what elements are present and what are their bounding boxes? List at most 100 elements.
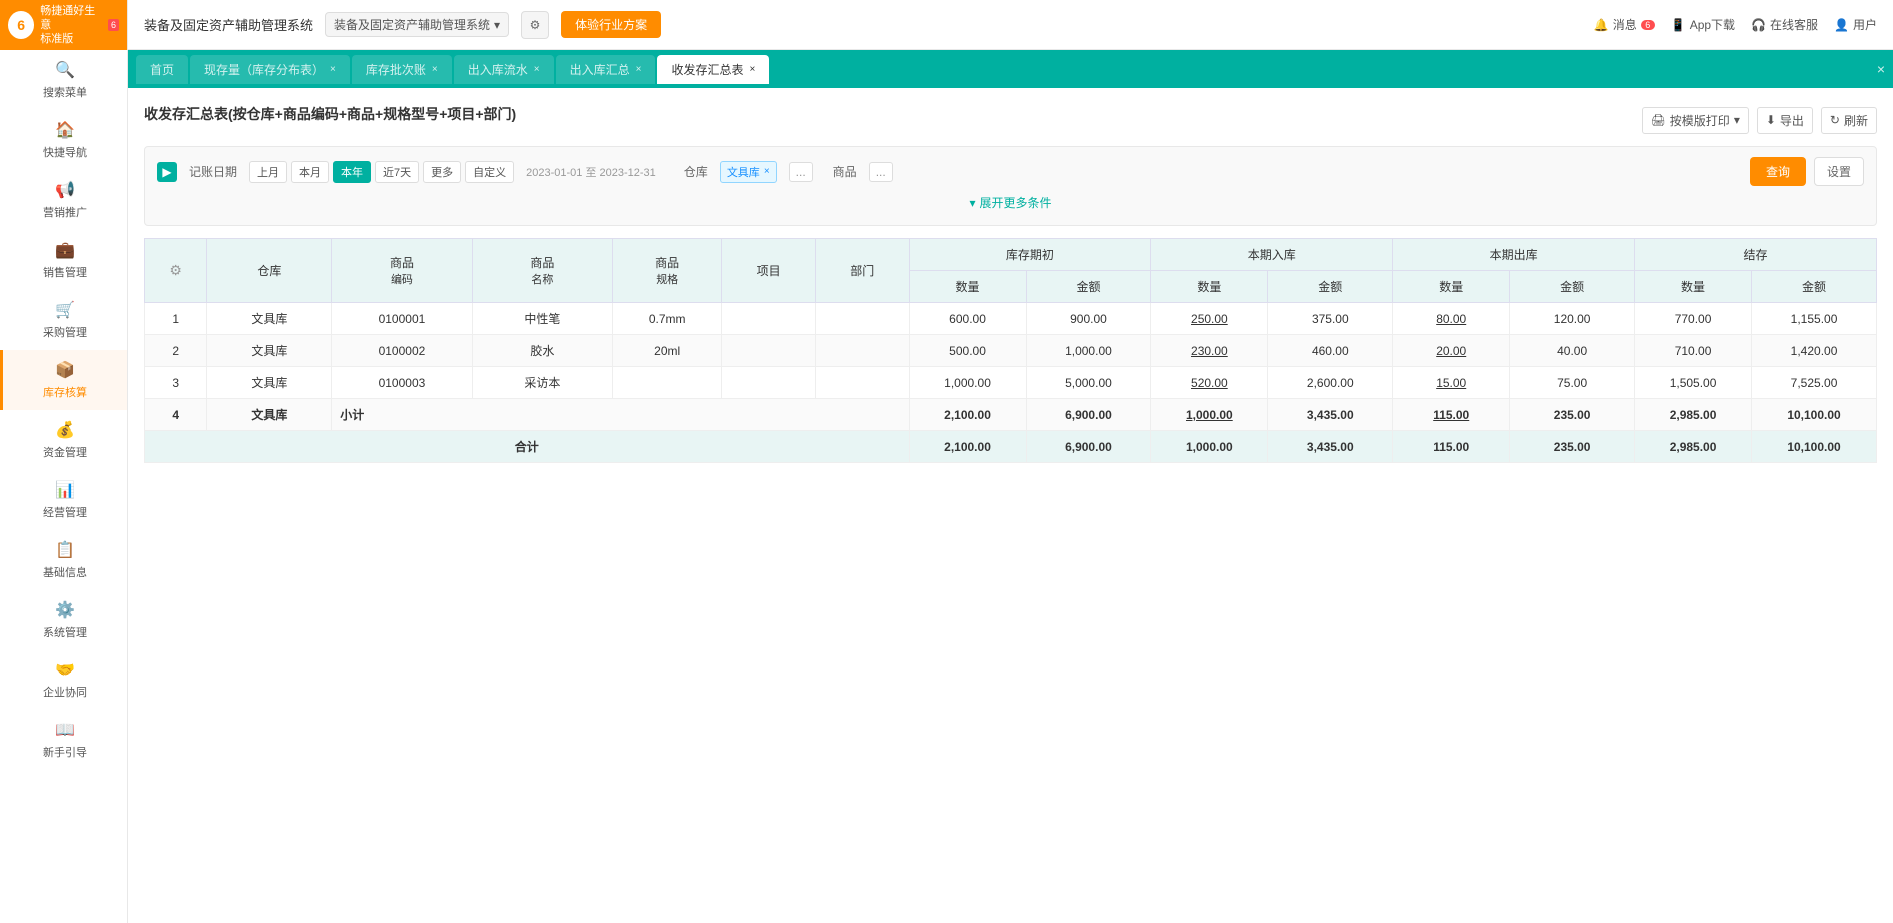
date-btn-custom[interactable]: 自定义 — [465, 161, 514, 183]
tab-label-recv-send: 收发存汇总表 — [671, 61, 743, 78]
sidebar-item-base[interactable]: 📋基础信息 — [0, 530, 127, 590]
topbar-right: 🔔 消息 6 📱 App下载 🎧 在线客服 👤 用户 — [1594, 16, 1877, 33]
row-project-1 — [722, 335, 816, 367]
sidebar-item-finance[interactable]: 💰资金管理 — [0, 410, 127, 470]
newbie-icon: 📖 — [55, 720, 75, 740]
row-dept-0 — [815, 303, 909, 335]
system-selector[interactable]: 装备及固定资产辅助管理系统 ▾ — [325, 12, 509, 37]
purchase-icon: 🛒 — [55, 300, 75, 320]
row-out-qty-1[interactable]: 20.00 — [1393, 335, 1510, 367]
date-btn-7days[interactable]: 近7天 — [375, 161, 419, 183]
system-icon: ⚙️ — [55, 600, 75, 620]
tab-label-home: 首页 — [150, 61, 174, 78]
subtotal-out-qty[interactable]: 115.00 — [1393, 399, 1510, 431]
user-label: 用户 — [1853, 16, 1877, 33]
online-support-label: 在线客服 — [1770, 16, 1818, 33]
app-download-btn[interactable]: 📱 App下载 — [1671, 16, 1735, 33]
total-balance-amt: 10,100.00 — [1752, 431, 1877, 463]
row-out-qty-0[interactable]: 80.00 — [1393, 303, 1510, 335]
sidebar-item-label-sales: 销售管理 — [43, 264, 87, 280]
sidebar-item-search[interactable]: 🔍搜索菜单 — [0, 50, 127, 110]
sidebar-item-marketing[interactable]: 📢营销推广 — [0, 170, 127, 230]
filter-expand-icon[interactable]: ▶ — [157, 162, 177, 182]
tab-inout-summary[interactable]: 出入库汇总× — [556, 55, 656, 84]
tab-batch[interactable]: 库存批次账× — [352, 55, 452, 84]
sidebar-item-business[interactable]: 📊经营管理 — [0, 470, 127, 530]
tab-label-stock-dist: 现存量（库存分布表） — [204, 61, 324, 78]
tab-home[interactable]: 首页 — [136, 55, 188, 84]
col-opening-header: 库存期初 — [909, 239, 1151, 271]
tab-close-batch[interactable]: × — [432, 64, 438, 75]
row-out-amt-1: 40.00 — [1510, 335, 1635, 367]
row-in-qty-2[interactable]: 520.00 — [1151, 367, 1268, 399]
tab-inout-flow[interactable]: 出入库流水× — [454, 55, 554, 84]
close-all-tabs-btn[interactable]: × — [1877, 61, 1885, 77]
sidebar-item-quick[interactable]: 🏠快捷导航 — [0, 110, 127, 170]
app-download-label: App下载 — [1690, 16, 1735, 33]
sidebar-item-inventory[interactable]: 📦库存核算 — [0, 350, 127, 410]
tab-close-recv-send[interactable]: × — [749, 64, 755, 75]
date-btn-last-month[interactable]: 上月 — [249, 161, 287, 183]
tab-close-inout-flow[interactable]: × — [534, 64, 540, 75]
filter-settings-btn[interactable]: 设置 — [1814, 157, 1864, 186]
export-label: 导出 — [1780, 112, 1804, 129]
tab-stock-dist[interactable]: 现存量（库存分布表） × — [190, 55, 350, 84]
table-row: 1 文具库 0100001 中性笔 0.7mm 600.00 900.00 25… — [145, 303, 1877, 335]
refresh-btn[interactable]: ↻ 刷新 — [1821, 107, 1877, 134]
chevron-down-icon: ▾ — [494, 18, 500, 32]
refresh-label: 刷新 — [1844, 112, 1868, 129]
total-opening-amt: 6,900.00 — [1026, 431, 1151, 463]
logo-icon: 6 — [8, 11, 34, 39]
sidebar-item-system[interactable]: ⚙️系统管理 — [0, 590, 127, 650]
export-btn[interactable]: ⬇ 导出 — [1757, 107, 1813, 134]
sidebar-item-sales[interactable]: 💼销售管理 — [0, 230, 127, 290]
row-out-amt-0: 120.00 — [1510, 303, 1635, 335]
row-code-0: 0100001 — [332, 303, 472, 335]
row-in-qty-1[interactable]: 230.00 — [1151, 335, 1268, 367]
phone-icon: 📱 — [1671, 18, 1686, 32]
warehouse-tag-close[interactable]: × — [764, 166, 770, 177]
tab-recv-send[interactable]: 收发存汇总表 × — [657, 55, 769, 84]
row-balance-qty-0: 770.00 — [1635, 303, 1752, 335]
row-in-amt-2: 2,600.00 — [1268, 367, 1393, 399]
sidebar-item-enterprise[interactable]: 🤝企业协同 — [0, 650, 127, 710]
tab-close-inout-summary[interactable]: × — [636, 64, 642, 75]
sidebar-item-newbie[interactable]: 📖新手引导 — [0, 710, 127, 770]
col-out-amt-header: 金额 — [1510, 271, 1635, 303]
warehouse-more-btn[interactable]: ... — [789, 162, 813, 182]
filter-bar: ▶ 记账日期 上月 本月 本年 近7天 更多 自定义 2023-01-01 至 … — [144, 146, 1877, 226]
row-warehouse-0: 文具库 — [207, 303, 332, 335]
date-options-group: 上月 本月 本年 近7天 更多 自定义 — [249, 161, 514, 183]
notification-badge: 6 — [1641, 20, 1655, 30]
print-btn[interactable]: 🖨 按模版打印 ▾ — [1642, 107, 1749, 134]
subtotal-balance-amt: 10,100.00 — [1752, 399, 1877, 431]
online-support-btn[interactable]: 🎧 在线客服 — [1751, 16, 1818, 33]
tab-close-stock-dist[interactable]: × — [330, 64, 336, 75]
date-btn-this-year[interactable]: 本年 — [333, 161, 371, 183]
date-btn-more[interactable]: 更多 — [423, 161, 461, 183]
user-btn[interactable]: 👤 用户 — [1834, 16, 1877, 33]
total-row: 合计 2,100.00 6,900.00 1,000.00 3,435.00 1… — [145, 431, 1877, 463]
subtotal-opening-qty: 2,100.00 — [909, 399, 1026, 431]
query-btn[interactable]: 查询 — [1750, 157, 1806, 186]
row-name-0: 中性笔 — [472, 303, 612, 335]
row-out-qty-2[interactable]: 15.00 — [1393, 367, 1510, 399]
row-in-qty-0[interactable]: 250.00 — [1151, 303, 1268, 335]
sidebar-item-purchase[interactable]: 🛒采购管理 — [0, 290, 127, 350]
total-in-amt: 3,435.00 — [1268, 431, 1393, 463]
row-code-2: 0100003 — [332, 367, 472, 399]
row-in-amt-0: 375.00 — [1268, 303, 1393, 335]
export-icon: ⬇ — [1766, 113, 1776, 127]
settings-icon[interactable]: ⚙ — [521, 11, 549, 39]
date-btn-this-month[interactable]: 本月 — [291, 161, 329, 183]
bell-icon: 🔔 — [1594, 18, 1609, 32]
subtotal-in-qty[interactable]: 1,000.00 — [1151, 399, 1268, 431]
subtotal-in-amt: 3,435.00 — [1268, 399, 1393, 431]
row-in-amt-1: 460.00 — [1268, 335, 1393, 367]
table-settings-icon[interactable]: ⚙ — [169, 262, 182, 278]
goods-more-btn[interactable]: ... — [869, 162, 893, 182]
subtotal-num: 4 — [145, 399, 207, 431]
experience-btn[interactable]: 体验行业方案 — [561, 11, 661, 38]
expand-conditions-btn[interactable]: ▾ 展开更多条件 — [969, 190, 1051, 215]
notifications-btn[interactable]: 🔔 消息 6 — [1594, 16, 1655, 33]
